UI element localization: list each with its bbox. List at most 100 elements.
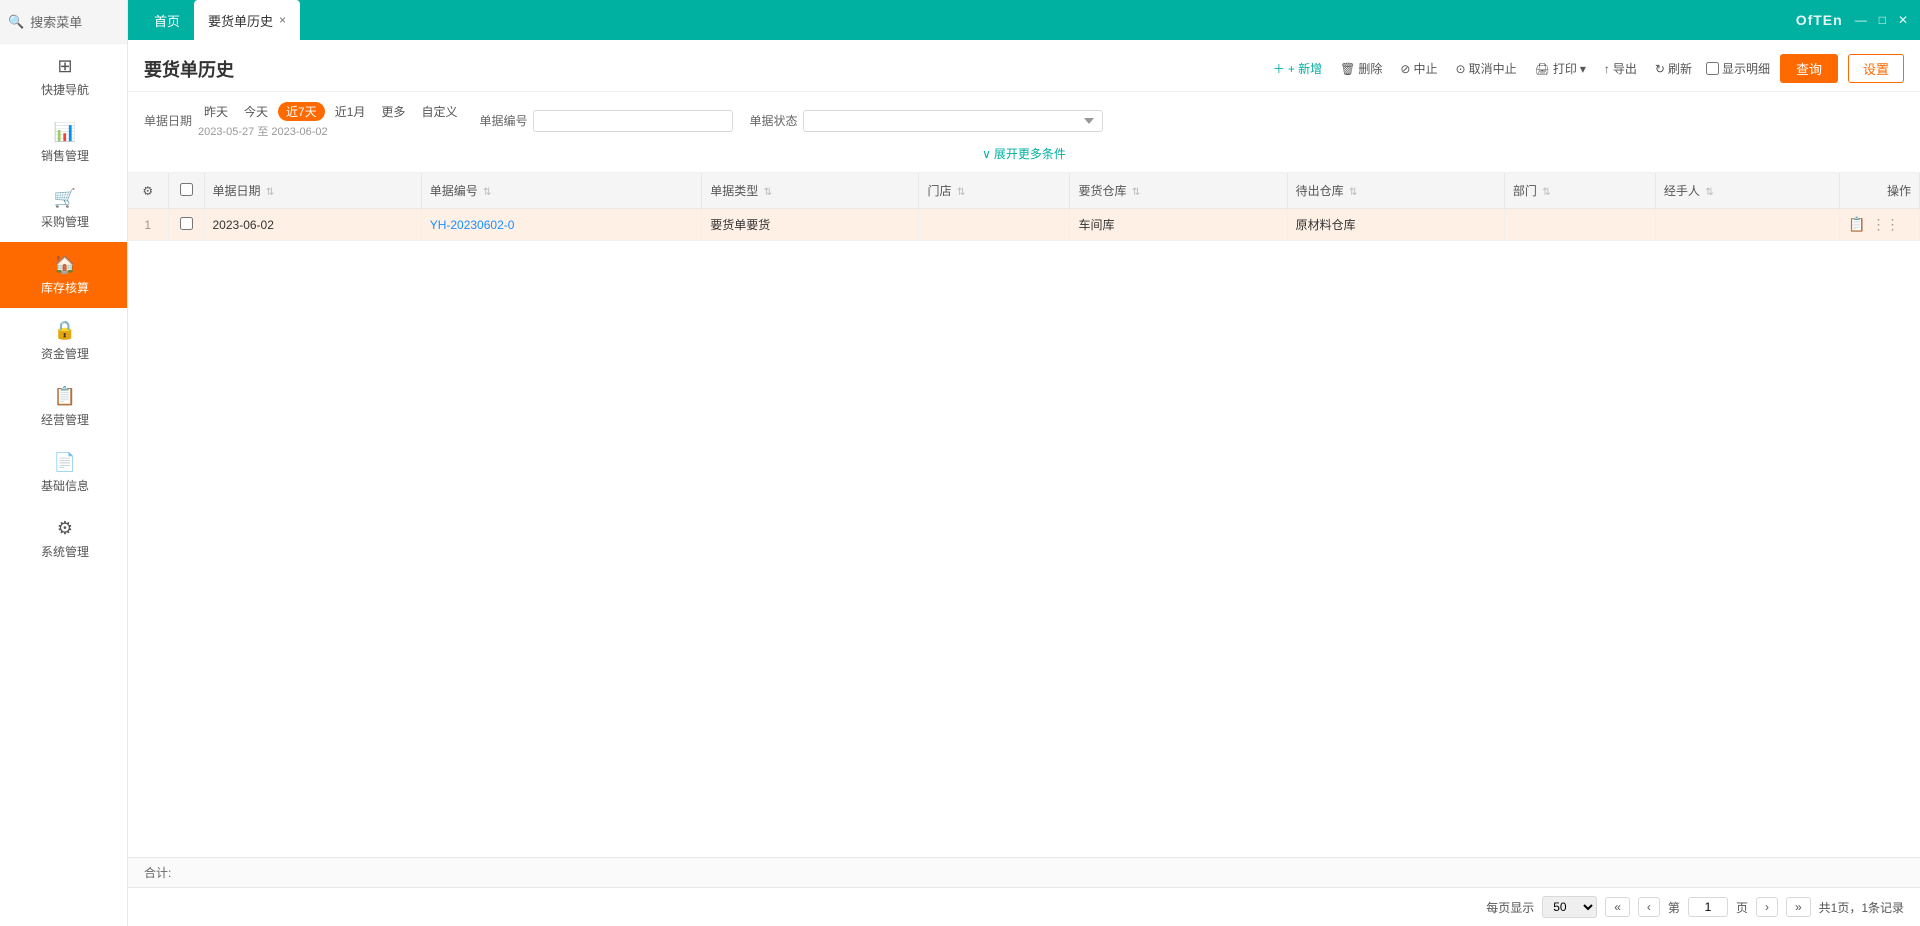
first-page-btn[interactable]: «: [1605, 897, 1630, 917]
quick-nav-icon: ⊞: [57, 56, 72, 77]
sidebar-item-system[interactable]: ⚙ 系统管理: [0, 506, 127, 572]
next-page-btn[interactable]: ›: [1756, 897, 1778, 917]
date-btn-yesterday[interactable]: 昨天: [198, 102, 234, 121]
data-table: ⚙ 单据日期 ⇅ 单据编号 ⇅ 单据类型: [128, 173, 1920, 241]
total-info: 共1页，1条记录: [1819, 899, 1904, 916]
cancel-stop-button[interactable]: ⊙ 取消中止: [1452, 58, 1521, 79]
th-settings[interactable]: ⚙: [128, 173, 168, 209]
stop-button[interactable]: ⊘ 中止: [1396, 58, 1441, 79]
inventory-icon: 🏠: [54, 254, 76, 275]
delete-button[interactable]: 🗑 删除: [1336, 58, 1386, 79]
th-order-no[interactable]: 单据编号 ⇅: [421, 173, 702, 209]
sidebar-item-label: 库存核算: [41, 279, 89, 296]
page-content: 要货单历史 ＋ + 新增 🗑 删除 ⊘ 中止 ⊙ 取消中止: [128, 40, 1920, 926]
date-btn-recent1m[interactable]: 近1月: [329, 102, 372, 121]
export-button[interactable]: ↑ 导出: [1600, 58, 1641, 79]
sort-no-icon: ⇅: [483, 187, 491, 198]
date-btn-today[interactable]: 今天: [238, 102, 274, 121]
th-store[interactable]: 门店 ⇅: [919, 173, 1070, 209]
display-detail-toggle[interactable]: 显示明细: [1706, 60, 1770, 77]
filter-status: 单据状态: [749, 110, 1904, 132]
date-range-display: 2023-05-27 至 2023-06-02: [198, 123, 463, 139]
per-page-select[interactable]: 50 10 20 100: [1542, 896, 1597, 918]
th-type[interactable]: 单据类型 ⇅: [702, 173, 919, 209]
row-order-no[interactable]: YH-20230602-0: [421, 209, 702, 241]
window-close-btn[interactable]: ✕: [1898, 13, 1908, 27]
new-button[interactable]: ＋ + 新增: [1269, 58, 1326, 79]
table-row[interactable]: 1 2023-06-02 YH-20230602-0 要货单要货 车间库 原材料…: [128, 209, 1920, 241]
row-type: 要货单要货: [702, 209, 919, 241]
topbar: 首页 要货单历史 × OfTEn — □ ✕: [128, 0, 1920, 40]
sidebar-item-label: 基础信息: [41, 477, 89, 494]
th-ops: 操作: [1840, 173, 1920, 209]
sidebar-item-operation[interactable]: 📋 经营管理: [0, 374, 127, 440]
settings-button[interactable]: 设置: [1848, 54, 1904, 83]
sidebar-item-basic-info[interactable]: 📄 基础信息: [0, 440, 127, 506]
page-header: 要货单历史 ＋ + 新增 🗑 删除 ⊘ 中止 ⊙ 取消中止: [128, 40, 1920, 92]
brand-label: OfTEn: [1796, 12, 1843, 28]
filter-date: 单据日期 昨天 今天 近7天 近1月 更多 自定义 2023-05-27 至 2…: [144, 102, 463, 139]
order-no-link[interactable]: YH-20230602-0: [430, 218, 515, 232]
query-button[interactable]: 查询: [1780, 54, 1838, 83]
print-icon: 🖨: [1535, 62, 1550, 76]
sidebar-item-inventory[interactable]: 🏠 库存核算: [0, 242, 127, 308]
sort-type-icon: ⇅: [764, 187, 772, 198]
row-checkbox: [168, 209, 204, 241]
date-filter-label: 单据日期: [144, 112, 192, 129]
sidebar-item-quick-nav[interactable]: ⊞ 快捷导航: [0, 44, 127, 110]
display-detail-checkbox[interactable]: [1706, 62, 1719, 75]
row-edit-icon[interactable]: 📋: [1848, 216, 1865, 233]
status-select[interactable]: [803, 110, 1103, 132]
sidebar-item-label: 采购管理: [41, 213, 89, 230]
tab-home-label: 首页: [154, 11, 180, 30]
search-icon: 🔍: [8, 14, 24, 30]
sort-date-icon: ⇅: [266, 187, 274, 198]
finance-icon: 🔒: [54, 320, 76, 341]
date-btn-custom[interactable]: 自定义: [415, 102, 463, 121]
expand-more-btn[interactable]: ∨ 展开更多条件: [144, 145, 1904, 162]
order-no-input[interactable]: [533, 110, 733, 132]
sort-store-icon: ⇅: [957, 187, 965, 198]
new-icon: ＋: [1273, 60, 1285, 77]
row-select-checkbox[interactable]: [180, 217, 193, 230]
sidebar-item-sales[interactable]: 📊 销售管理: [0, 110, 127, 176]
window-minimize-btn[interactable]: —: [1855, 13, 1867, 27]
page-label: 第: [1668, 899, 1680, 916]
th-handler[interactable]: 经手人 ⇅: [1655, 173, 1839, 209]
operation-icon: 📋: [54, 386, 76, 407]
pagination: 每页显示 50 10 20 100 « ‹ 第 页 › » 共1页，1条记录: [128, 887, 1920, 926]
sidebar-item-label: 销售管理: [41, 147, 89, 164]
tab-requisition-history[interactable]: 要货单历史 ×: [194, 0, 300, 40]
sidebar-search[interactable]: 🔍 搜索菜单: [0, 0, 127, 44]
sort-dept-icon: ⇅: [1542, 187, 1550, 198]
date-btn-more[interactable]: 更多: [375, 102, 411, 121]
table-header-row: ⚙ 单据日期 ⇅ 单据编号 ⇅ 单据类型: [128, 173, 1920, 209]
th-date[interactable]: 单据日期 ⇅: [204, 173, 421, 209]
prev-page-btn[interactable]: ‹: [1638, 897, 1660, 917]
tab-home[interactable]: 首页: [140, 0, 194, 40]
page-input[interactable]: [1688, 897, 1728, 917]
row-more-icon[interactable]: ⋮⋮: [1871, 216, 1899, 233]
tab-close-icon[interactable]: ×: [279, 13, 286, 27]
export-icon: ↑: [1604, 62, 1610, 76]
order-no-label: 单据编号: [479, 112, 527, 129]
main-area: 首页 要货单历史 × OfTEn — □ ✕ 要货单历史 ＋ + 新增 🗑: [128, 0, 1920, 926]
last-page-btn[interactable]: »: [1786, 897, 1811, 917]
th-req-warehouse[interactable]: 要货仓库 ⇅: [1070, 173, 1287, 209]
select-all-checkbox[interactable]: [180, 183, 193, 196]
th-pending-warehouse[interactable]: 待出仓库 ⇅: [1287, 173, 1504, 209]
row-store: [919, 209, 1070, 241]
row-date: 2023-06-02: [204, 209, 421, 241]
print-button[interactable]: 🖨 打印 ▾: [1531, 58, 1590, 79]
export-label: 导出: [1613, 60, 1637, 77]
refresh-button[interactable]: ↻ 刷新: [1651, 58, 1696, 79]
sort-req-wh-icon: ⇅: [1132, 187, 1140, 198]
date-btn-recent7[interactable]: 近7天: [278, 102, 325, 121]
window-maximize-btn[interactable]: □: [1879, 13, 1886, 27]
row-req-warehouse: 车间库: [1070, 209, 1287, 241]
th-dept[interactable]: 部门 ⇅: [1504, 173, 1655, 209]
sidebar-item-finance[interactable]: 🔒 资金管理: [0, 308, 127, 374]
per-page-label: 每页显示: [1486, 899, 1534, 916]
sidebar-item-purchase[interactable]: 🛒 采购管理: [0, 176, 127, 242]
page-suffix: 页: [1736, 899, 1748, 916]
